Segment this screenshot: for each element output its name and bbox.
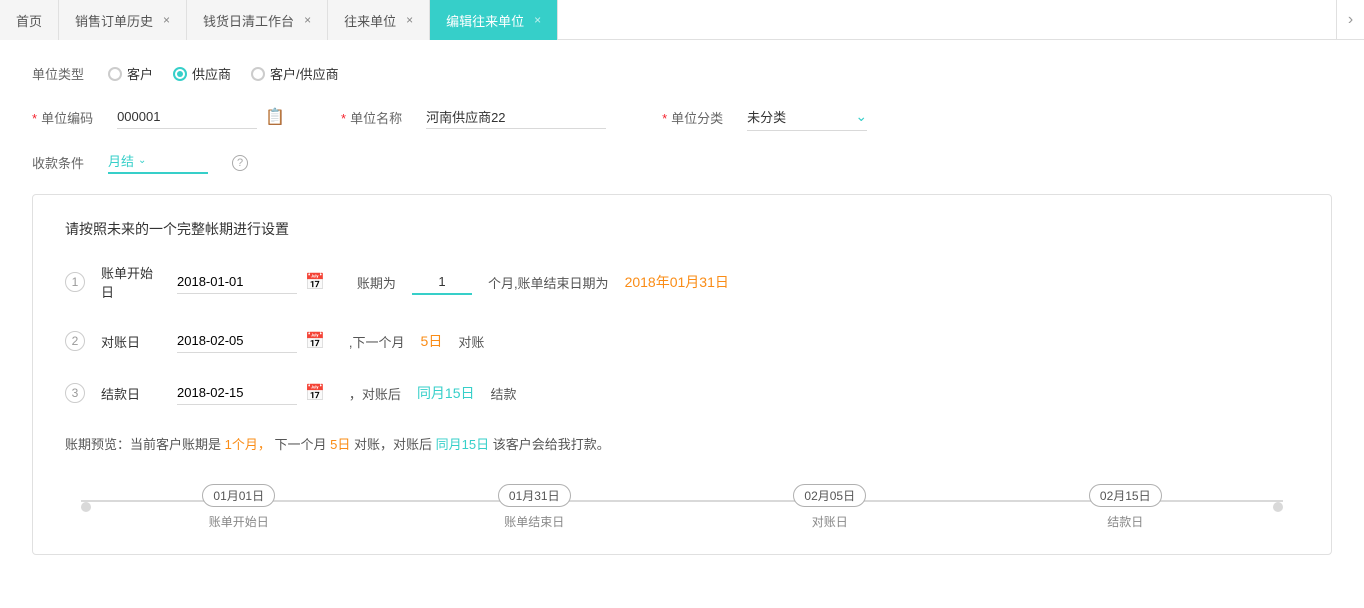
period-months-label: 账期为: [357, 273, 396, 292]
unit-type-row: 单位类型 客户 供应商 客户/供应商: [32, 64, 1332, 83]
settings-panel: 请按照未来的一个完整帐期进行设置 1 账单开始日 📅 账期为 个月,账单结束日期…: [32, 194, 1332, 555]
timeline-badge-3: 02月05日: [793, 484, 866, 507]
period-label-3: 结款日: [101, 384, 161, 403]
period-cal-icon-1[interactable]: 📅: [305, 272, 325, 292]
period-months-input[interactable]: [412, 270, 472, 295]
tab-close-edit-partner[interactable]: ×: [534, 13, 541, 27]
period-end-date: 2018年01月31日: [625, 272, 729, 292]
tab-close-sales-history[interactable]: ×: [163, 13, 170, 27]
code-label: 单位编码: [32, 108, 93, 127]
preview-prefix: 账期预览：当前客户账期是: [65, 437, 221, 452]
timeline-node-4: 02月15日 结款日: [978, 484, 1274, 530]
timeline-dot-end: [1273, 502, 1283, 512]
tab-partners[interactable]: 往来单位 ×: [328, 0, 430, 40]
period-label-2: 对账日: [101, 332, 161, 351]
period-num-2: 2: [65, 331, 85, 351]
radio-customer[interactable]: 客户: [108, 64, 153, 83]
panel-title: 请按照未来的一个完整帐期进行设置: [65, 219, 1299, 239]
payment-dropdown[interactable]: 月结 ⌄: [108, 151, 208, 174]
payment-row: 收款条件 月结 ⌄ ?: [32, 151, 1332, 174]
timeline-node-3: 02月05日 对账日: [682, 484, 978, 530]
category-dropdown-arrow[interactable]: ⌄: [855, 108, 867, 125]
code-input[interactable]: [117, 105, 257, 129]
radio-both[interactable]: 客户/供应商: [251, 64, 339, 83]
preview-months: 1个月，: [225, 437, 271, 452]
period-cal-icon-2[interactable]: 📅: [305, 331, 325, 351]
period-num-3: 3: [65, 383, 85, 403]
period-cal-icon-3[interactable]: 📅: [305, 383, 325, 403]
period-row-3: 3 结款日 📅 ，对账后 同月15日 结款: [65, 381, 1299, 405]
period-row2-pre: ,下一个月: [349, 332, 405, 351]
tab-bar: 首页 销售订单历史 × 钱货日清工作台 × 往来单位 × 编辑往来单位 × ›: [0, 0, 1364, 40]
timeline-badge-4: 02月15日: [1089, 484, 1162, 507]
radio-supplier[interactable]: 供应商: [173, 64, 231, 83]
tab-edit-partner[interactable]: 编辑往来单位 ×: [430, 0, 558, 40]
timeline-label-3: 对账日: [812, 513, 848, 530]
code-copy-icon[interactable]: 📋: [265, 107, 285, 127]
timeline-label-2: 账单结束日: [504, 513, 564, 530]
payment-help-icon[interactable]: ?: [232, 155, 248, 171]
timeline-label-4: 结款日: [1107, 513, 1143, 530]
preview-middle: 下一个月: [275, 437, 327, 452]
period-row-1: 1 账单开始日 📅 账期为 个月,账单结束日期为 2018年01月31日: [65, 263, 1299, 301]
preview-suffix: 该客户会给我打款。: [493, 437, 610, 452]
radio-customer-circle: [108, 67, 122, 81]
tab-close-partners[interactable]: ×: [406, 13, 413, 27]
period-date-group-1: 📅: [177, 270, 325, 294]
period-date-group-3: 📅: [177, 381, 325, 405]
main-content: 单位类型 客户 供应商 客户/供应商 单位编码 📋 单位名称 单: [0, 40, 1364, 608]
tab-home[interactable]: 首页: [0, 0, 59, 40]
period-row3-post: 结款: [491, 384, 517, 403]
category-label: 单位分类: [662, 108, 723, 127]
unit-type-label: 单位类型: [32, 64, 84, 83]
period-date-input-2[interactable]: [177, 329, 297, 353]
period-row2-highlight: 5日: [421, 331, 443, 351]
period-row3-pre: ，对账后: [349, 384, 401, 403]
radio-both-circle: [251, 67, 265, 81]
tab-sales-history[interactable]: 销售订单历史 ×: [59, 0, 187, 40]
timeline-dot-start: [81, 502, 91, 512]
code-field-group: 📋: [117, 105, 285, 129]
period-row2-post: 对账: [458, 332, 484, 351]
unit-type-radio-group: 客户 供应商 客户/供应商: [108, 64, 339, 83]
preview-text2: 对账，对账后: [354, 437, 432, 452]
form-fields-row: 单位编码 📋 单位名称 单位分类 未分类 ⌄: [32, 103, 1332, 131]
timeline-label-1: 账单开始日: [209, 513, 269, 530]
radio-supplier-circle: [173, 67, 187, 81]
timeline-node-2: 01月31日 账单结束日: [387, 484, 683, 530]
period-row3-highlight: 同月15日: [417, 383, 475, 403]
period-date-input-3[interactable]: [177, 381, 297, 405]
period-months-suffix: 个月,账单结束日期为: [488, 273, 609, 292]
period-date-group-2: 📅: [177, 329, 325, 353]
timeline-badge-1: 01月01日: [202, 484, 275, 507]
timeline: 01月01日 账单开始日 01月31日 账单结束日 02月05日 对账日 02月…: [65, 484, 1299, 530]
period-num-1: 1: [65, 272, 85, 292]
period-row-2: 2 对账日 📅 ,下一个月 5日 对账: [65, 329, 1299, 353]
name-field-group: [426, 105, 606, 129]
name-label: 单位名称: [341, 108, 402, 127]
tab-cash-ledger[interactable]: 钱货日清工作台 ×: [187, 0, 328, 40]
payment-label: 收款条件: [32, 153, 84, 172]
preview-day: 5日: [330, 437, 350, 452]
timeline-badge-2: 01月31日: [498, 484, 571, 507]
tab-more-arrow[interactable]: ›: [1336, 0, 1364, 39]
preview-text: 账期预览：当前客户账期是 1个月， 下一个月 5日 对账，对账后 同月15日 该…: [65, 433, 1299, 456]
preview-pay: 同月15日: [436, 437, 489, 452]
period-label-1: 账单开始日: [101, 263, 161, 301]
payment-dropdown-arrow[interactable]: ⌄: [138, 155, 146, 166]
category-dropdown[interactable]: 未分类 ⌄: [747, 103, 867, 131]
tab-close-cash-ledger[interactable]: ×: [304, 13, 311, 27]
timeline-node-1: 01月01日 账单开始日: [91, 484, 387, 530]
period-date-input-1[interactable]: [177, 270, 297, 294]
name-input[interactable]: [426, 105, 606, 129]
